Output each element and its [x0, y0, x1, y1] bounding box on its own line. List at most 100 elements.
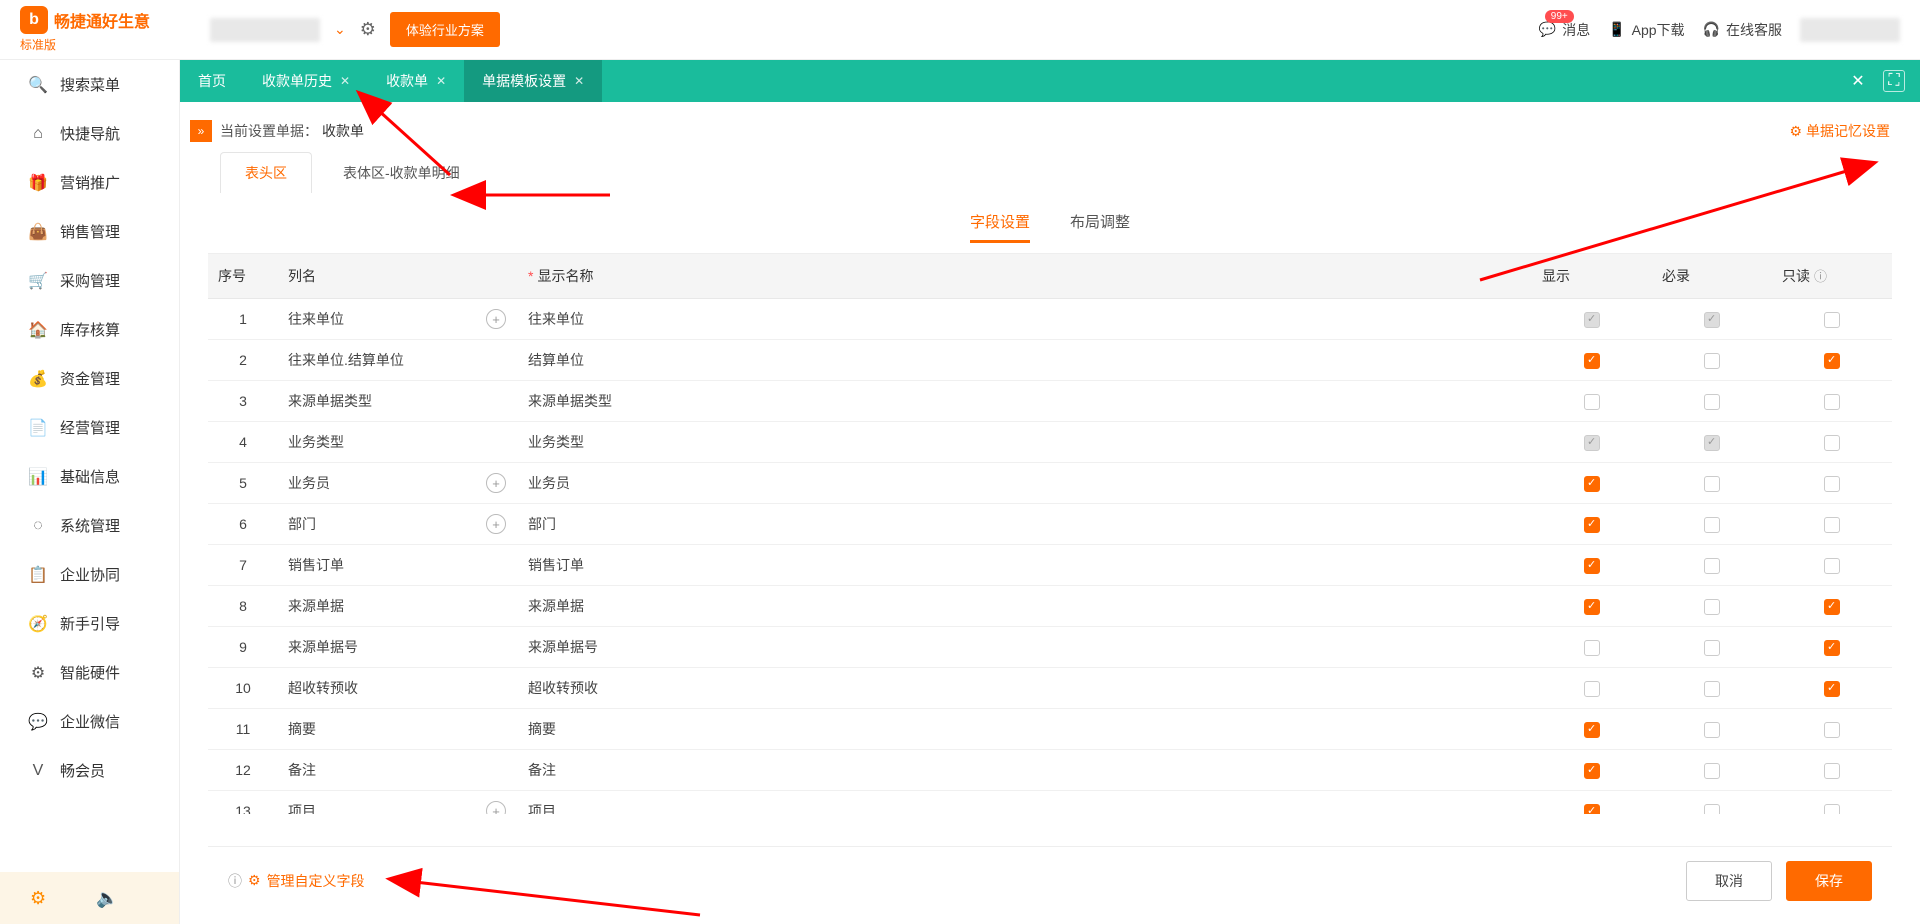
checkbox[interactable] — [1584, 353, 1600, 369]
checkbox[interactable] — [1704, 476, 1720, 492]
cell-disp[interactable]: 超收转预收 — [518, 668, 1532, 709]
cell-disp[interactable]: 业务员 — [518, 463, 1532, 504]
checkbox[interactable] — [1584, 476, 1600, 492]
online-cs-link[interactable]: 🎧 在线客服 — [1703, 20, 1782, 40]
checkbox[interactable] — [1824, 681, 1840, 697]
checkbox[interactable] — [1824, 435, 1840, 451]
sidebar-item[interactable]: 👜销售管理 — [0, 207, 179, 256]
sidebar-item[interactable]: 🛒采购管理 — [0, 256, 179, 305]
checkbox[interactable] — [1584, 394, 1600, 410]
cell-disp[interactable]: 结算单位 — [518, 340, 1532, 381]
checkbox[interactable] — [1704, 763, 1720, 779]
sidebar-item[interactable]: ◌系统管理 — [0, 501, 179, 550]
checkbox[interactable] — [1584, 558, 1600, 574]
gear-icon[interactable]: ⚙ — [360, 19, 376, 40]
checkbox[interactable] — [1584, 763, 1600, 779]
table-row: 7 销售订单 销售订单 — [208, 545, 1892, 586]
sidebar-item[interactable]: V畅会员 — [0, 746, 179, 795]
sub-tab[interactable]: 布局调整 — [1070, 211, 1130, 243]
checkbox[interactable] — [1704, 353, 1720, 369]
checkbox[interactable] — [1704, 640, 1720, 656]
plus-icon[interactable]: + — [486, 473, 506, 493]
section-tab[interactable]: 表头区 — [220, 152, 312, 193]
checkbox[interactable] — [1824, 722, 1840, 738]
checkbox[interactable] — [1704, 599, 1720, 615]
page-tab[interactable]: 首页 — [180, 60, 244, 102]
checkbox[interactable] — [1824, 599, 1840, 615]
sidebar-item[interactable]: 📄经营管理 — [0, 403, 179, 452]
sidebar-item[interactable]: 🎁营销推广 — [0, 158, 179, 207]
checkbox[interactable] — [1704, 804, 1720, 814]
sidebar-item[interactable]: 💰资金管理 — [0, 354, 179, 403]
cell-disp[interactable]: 往来单位 — [518, 299, 1532, 340]
checkbox[interactable] — [1584, 804, 1600, 814]
cancel-button[interactable]: 取消 — [1686, 861, 1772, 901]
logo-sub: 标准版 — [20, 36, 150, 53]
cell-disp[interactable]: 销售订单 — [518, 545, 1532, 586]
close-tab-button[interactable]: ✕ — [1840, 63, 1876, 99]
sidebar-item[interactable]: 💬企业微信 — [0, 697, 179, 746]
collapse-button[interactable]: » — [190, 120, 212, 142]
cell-disp[interactable]: 摘要 — [518, 709, 1532, 750]
sidebar-item[interactable]: 🧭新手引导 — [0, 599, 179, 648]
cell-disp[interactable]: 业务类型 — [518, 422, 1532, 463]
page-tab[interactable]: 收款单历史✕ — [244, 60, 368, 102]
checkbox[interactable] — [1824, 394, 1840, 410]
checkbox[interactable] — [1584, 640, 1600, 656]
checkbox[interactable] — [1824, 353, 1840, 369]
checkbox[interactable] — [1584, 681, 1600, 697]
fields-table: 序号 列名 *显示名称 显示 必录 只读ⓘ 1 往来单位+ 往来单位 2 往来单… — [208, 254, 1892, 814]
close-icon[interactable]: ✕ — [574, 74, 584, 88]
app-download-link[interactable]: 📱 App下载 — [1608, 20, 1684, 40]
cell-disp[interactable]: 项目 — [518, 791, 1532, 815]
section-tab[interactable]: 表体区-收款单明细 — [318, 152, 485, 193]
table-row: 13 项目+ 项目 — [208, 791, 1892, 815]
plus-icon[interactable]: + — [486, 514, 506, 534]
sound-icon[interactable]: 🔈 — [96, 888, 118, 909]
close-icon[interactable]: ✕ — [340, 74, 350, 88]
cell-disp[interactable]: 部门 — [518, 504, 1532, 545]
checkbox[interactable] — [1824, 763, 1840, 779]
sub-tab[interactable]: 字段设置 — [970, 211, 1030, 243]
chevron-down-icon[interactable]: ⌄ — [334, 21, 346, 38]
plus-icon[interactable]: + — [486, 309, 506, 329]
sidebar-item[interactable]: 📊基础信息 — [0, 452, 179, 501]
plus-icon[interactable]: + — [486, 801, 506, 814]
checkbox[interactable] — [1704, 394, 1720, 410]
help-icon[interactable]: ⓘ — [1814, 269, 1827, 284]
sidebar-item[interactable]: 🔍搜索菜单 — [0, 60, 179, 109]
page-tab[interactable]: 收款单✕ — [368, 60, 464, 102]
cell-disp[interactable]: 备注 — [518, 750, 1532, 791]
checkbox[interactable] — [1824, 517, 1840, 533]
checkbox[interactable] — [1704, 722, 1720, 738]
sidebar-item[interactable]: 🏠库存核算 — [0, 305, 179, 354]
expand-button[interactable]: ⛶ — [1876, 63, 1912, 99]
checkbox[interactable] — [1824, 312, 1840, 328]
page-tab[interactable]: 单据模板设置✕ — [464, 60, 602, 102]
cell-disp[interactable]: 来源单据号 — [518, 627, 1532, 668]
messages-link[interactable]: 💬 99+ 消息 — [1539, 20, 1590, 40]
cell-disp[interactable]: 来源单据 — [518, 586, 1532, 627]
checkbox[interactable] — [1824, 476, 1840, 492]
save-button[interactable]: 保存 — [1786, 861, 1872, 901]
checkbox[interactable] — [1824, 804, 1840, 814]
checkbox[interactable] — [1584, 599, 1600, 615]
checkbox[interactable] — [1704, 558, 1720, 574]
sidebar-item[interactable]: 📋企业协同 — [0, 550, 179, 599]
sidebar: 🔍搜索菜单⌂快捷导航🎁营销推广👜销售管理🛒采购管理🏠库存核算💰资金管理📄经营管理… — [0, 60, 180, 924]
close-icon[interactable]: ✕ — [436, 74, 446, 88]
tabs-bar-right: ✕ ⛶ — [1840, 60, 1920, 102]
gear-icon[interactable]: ⚙ — [30, 888, 46, 909]
experience-plan-button[interactable]: 体验行业方案 — [390, 12, 500, 47]
checkbox[interactable] — [1584, 517, 1600, 533]
checkbox[interactable] — [1824, 558, 1840, 574]
checkbox[interactable] — [1584, 722, 1600, 738]
sidebar-item[interactable]: ⚙智能硬件 — [0, 648, 179, 697]
checkbox[interactable] — [1704, 681, 1720, 697]
manage-custom-fields-link[interactable]: ⓘ ⚙ 管理自定义字段 — [208, 871, 365, 891]
cell-disp[interactable]: 来源单据类型 — [518, 381, 1532, 422]
sidebar-item[interactable]: ⌂快捷导航 — [0, 109, 179, 158]
memory-settings-link[interactable]: ⚙ 单据记忆设置 — [1789, 121, 1910, 141]
checkbox[interactable] — [1824, 640, 1840, 656]
checkbox[interactable] — [1704, 517, 1720, 533]
